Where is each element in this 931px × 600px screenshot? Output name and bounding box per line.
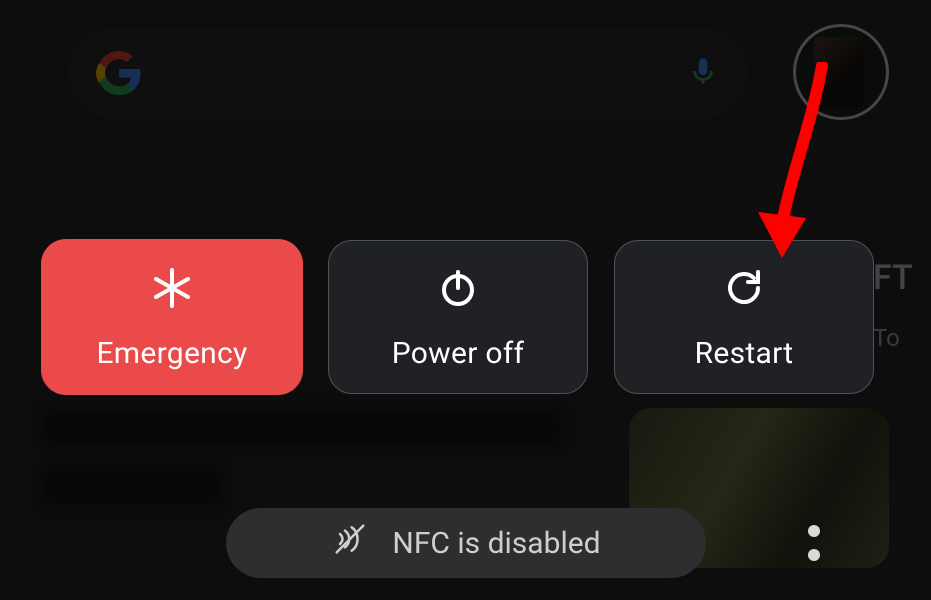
- restart-icon: [720, 264, 768, 320]
- restart-label: Restart: [695, 336, 794, 371]
- mic-icon: [686, 54, 720, 92]
- restart-button[interactable]: Restart: [614, 240, 874, 394]
- more-options-button[interactable]: [789, 514, 839, 572]
- user-avatar: [793, 24, 889, 120]
- feed-card-sub-fragment: To: [873, 316, 923, 360]
- nfc-status-text: NFC is disabled: [392, 526, 600, 561]
- emergency-label: Emergency: [96, 336, 247, 371]
- nfc-disabled-icon: [330, 519, 370, 567]
- dot-icon: [808, 549, 820, 561]
- feed-card-title-fragment: FT: [873, 258, 913, 298]
- power-menu: Emergency Power off Restart: [42, 240, 874, 394]
- power-off-label: Power off: [392, 336, 525, 371]
- medical-asterisk-icon: [148, 264, 196, 320]
- nfc-status-pill[interactable]: NFC is disabled: [226, 508, 706, 578]
- power-icon: [434, 264, 482, 320]
- power-off-button[interactable]: Power off: [328, 240, 588, 394]
- feed-card-partial: FT To: [873, 256, 923, 360]
- feed-headline-blurred: [42, 408, 562, 518]
- dot-icon: [808, 525, 820, 537]
- google-logo-icon: [96, 50, 142, 96]
- google-search-bar: [68, 28, 748, 118]
- emergency-button[interactable]: Emergency: [42, 240, 302, 394]
